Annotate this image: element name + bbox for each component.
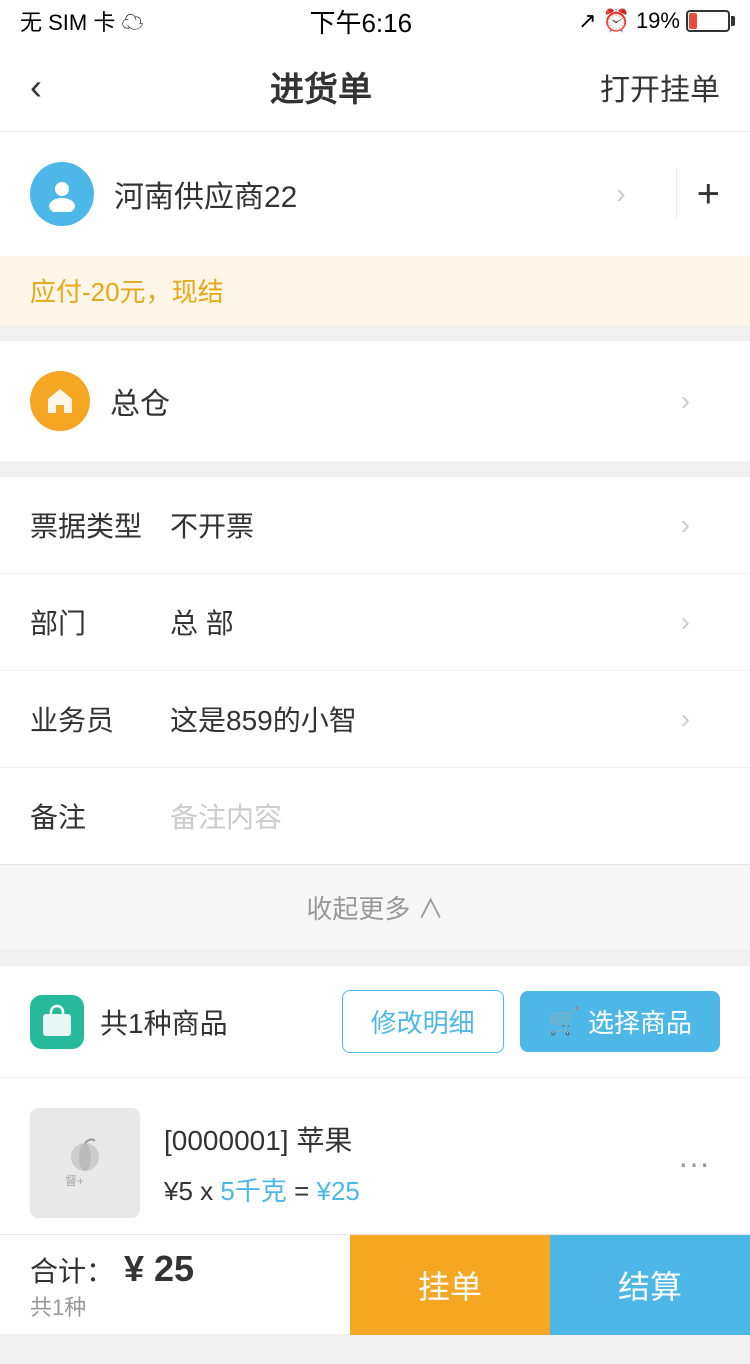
product-count-icon — [30, 995, 84, 1049]
total-label: 合计： — [30, 1250, 114, 1290]
product-name: [0000001] 苹果 — [164, 1119, 668, 1159]
department-label: 部门 — [30, 602, 150, 642]
ticket-type-label: 票据类型 — [30, 505, 150, 545]
product-thumbnail: 督+ — [30, 1108, 140, 1218]
total-sub: 共1种 — [30, 1290, 320, 1322]
product-item: 督+ [0000001] 苹果 ¥5 x 5千克 = ¥25 ··· — [0, 1078, 750, 1248]
supplier-row[interactable]: 河南供应商22 › + — [0, 132, 750, 256]
more-options-button[interactable]: ··· — [668, 1145, 720, 1182]
divider — [676, 169, 677, 219]
add-button[interactable]: + — [697, 172, 720, 217]
page-title: 进货单 — [270, 62, 372, 111]
cart-icon: 🛒 — [548, 1006, 580, 1037]
supplier-section: 河南供应商22 › + 应付-20元，现结 — [0, 132, 750, 325]
nav-bar: ‹ 进货单 打开挂单 — [0, 42, 750, 132]
alarm-icon: ⏰ — [603, 8, 630, 34]
status-right: ↗ ⏰ 19% — [578, 8, 730, 34]
price-per-unit: ¥5 — [164, 1176, 193, 1206]
chevron-right-icon: › — [681, 385, 690, 417]
warehouse-icon — [30, 371, 90, 431]
product-total: ¥25 — [317, 1176, 360, 1206]
back-button[interactable]: ‹ — [30, 66, 42, 108]
ticket-type-value: 不开票 — [150, 505, 681, 545]
sim-status: 无 SIM 卡 ☁ — [20, 5, 143, 37]
remark-label: 备注 — [30, 796, 150, 836]
warehouse-name: 总仓 — [110, 379, 681, 423]
open-hang-button[interactable]: 打开挂单 — [600, 65, 720, 109]
svg-text:督+: 督+ — [65, 1173, 84, 1188]
location-icon: ↗ — [578, 8, 596, 34]
department-value: 总 部 — [150, 602, 681, 642]
product-price: ¥5 x 5千克 = ¥25 — [164, 1171, 668, 1208]
warehouse-section: 总仓 › — [0, 341, 750, 461]
supplier-avatar — [30, 162, 94, 226]
product-info: [0000001] 苹果 ¥5 x 5千克 = ¥25 — [164, 1119, 668, 1208]
hang-button[interactable]: 挂单 — [350, 1235, 550, 1335]
department-row[interactable]: 部门 总 部 › — [0, 573, 750, 670]
battery-fill — [689, 13, 697, 29]
warehouse-row[interactable]: 总仓 › — [0, 341, 750, 461]
quantity: 5千克 — [220, 1176, 286, 1206]
price-x: x — [200, 1176, 220, 1206]
status-bar: 无 SIM 卡 ☁ 下午6:16 ↗ ⏰ 19% — [0, 0, 750, 42]
product-section: 共1种商品 修改明细 🛒 选择商品 督+ [0000001] 苹果 ¥5 — [0, 966, 750, 1248]
chevron-right-icon: › — [616, 178, 625, 210]
chevron-right-icon: › — [681, 703, 690, 735]
bottom-bar: 合计： ¥ 25 共1种 挂单 结算 — [0, 1234, 750, 1334]
status-left: 无 SIM 卡 ☁ — [20, 5, 143, 37]
total-area: 合计： ¥ 25 共1种 — [0, 1248, 350, 1322]
collapse-bar[interactable]: 收起更多 ∧ — [0, 864, 750, 950]
ticket-type-row[interactable]: 票据类型 不开票 › — [0, 477, 750, 573]
salesperson-row[interactable]: 业务员 这是859的小智 › — [0, 670, 750, 767]
remark-row[interactable]: 备注 备注内容 — [0, 767, 750, 864]
salesperson-value: 这是859的小智 — [150, 699, 681, 739]
battery-percent: 19% — [636, 8, 680, 34]
equals: = — [294, 1176, 316, 1206]
total-amount: ¥ 25 — [124, 1248, 194, 1290]
edit-detail-button[interactable]: 修改明细 — [342, 990, 504, 1053]
salesperson-label: 业务员 — [30, 699, 150, 739]
form-section: 票据类型 不开票 › 部门 总 部 › 业务员 这是859的小智 › 备注 备注… — [0, 477, 750, 950]
chevron-right-icon: › — [681, 606, 690, 638]
battery-icon — [686, 10, 730, 32]
chevron-right-icon: › — [681, 509, 690, 541]
product-count-text: 共1种商品 — [100, 1002, 342, 1042]
product-header: 共1种商品 修改明细 🛒 选择商品 — [0, 966, 750, 1078]
remark-input[interactable]: 备注内容 — [150, 796, 720, 836]
total-main: 合计： ¥ 25 — [30, 1248, 320, 1290]
status-time: 下午6:16 — [309, 3, 412, 40]
checkout-button[interactable]: 结算 — [550, 1235, 750, 1335]
main-content: 河南供应商22 › + 应付-20元，现结 总仓 › 票据类型 不开票 › — [0, 132, 750, 1364]
select-product-button[interactable]: 🛒 选择商品 — [520, 991, 720, 1052]
notice-bar: 应付-20元，现结 — [0, 256, 750, 325]
select-product-label: 选择商品 — [588, 1003, 692, 1040]
supplier-name: 河南供应商22 — [114, 172, 616, 216]
